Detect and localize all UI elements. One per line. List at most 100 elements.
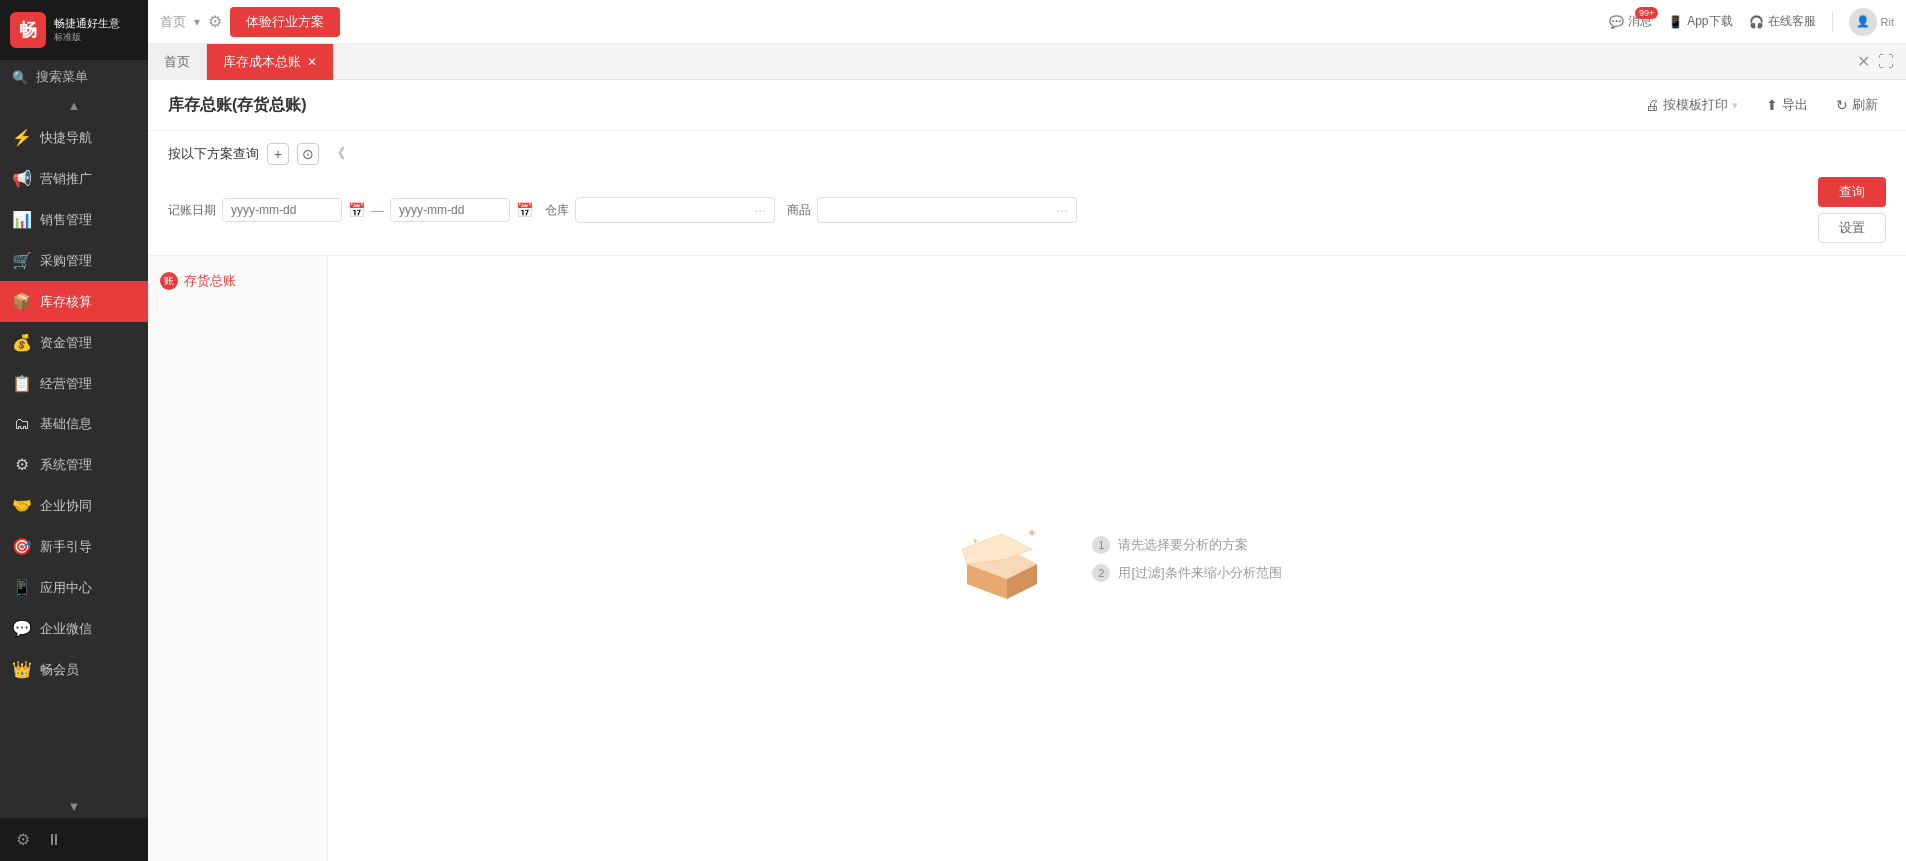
date-separator: —: [371, 203, 384, 218]
tab-inventory-cost-label: 库存成本总账: [223, 53, 301, 71]
scroll-up-btn[interactable]: ▲: [0, 94, 148, 117]
breadcrumb-home[interactable]: 首页: [160, 13, 186, 31]
sidebar-item-purchase[interactable]: 🛒 采购管理: [0, 240, 148, 281]
close-panel-icon[interactable]: ✕: [1857, 52, 1870, 71]
app-download-label: App下载: [1687, 13, 1732, 30]
sidebar-item-marketing[interactable]: 📢 营销推广: [0, 158, 148, 199]
enterprise-icon: 🤝: [12, 496, 32, 515]
breadcrumb-dropdown-icon[interactable]: ▾: [194, 15, 200, 29]
sidebar-item-label: 畅会员: [40, 661, 79, 679]
sidebar-item-label: 销售管理: [40, 211, 92, 229]
filter-collapse-btn[interactable]: 《: [327, 143, 349, 165]
query-btn[interactable]: 查询: [1818, 177, 1886, 207]
breadcrumb: 首页: [160, 13, 186, 31]
avatar-placeholder: 👤: [1856, 15, 1870, 28]
industry-btn[interactable]: 体验行业方案: [230, 7, 340, 37]
tip-number-1: 1: [1092, 536, 1110, 554]
topbar-nav: 首页 ▾ ⚙ 体验行业方案: [160, 7, 1601, 37]
messages-btn[interactable]: 💬 消息 99+: [1609, 13, 1652, 30]
sidebar-item-wechat[interactable]: 💬 企业微信: [0, 608, 148, 649]
date-start-icon[interactable]: 📅: [348, 202, 365, 218]
print-template-label: 按模板打印: [1663, 96, 1728, 114]
sidebar-item-label: 采购管理: [40, 252, 92, 270]
sidebar-item-label: 资金管理: [40, 334, 92, 352]
sales-icon: 📊: [12, 210, 32, 229]
topbar-settings-icon[interactable]: ⚙: [208, 12, 222, 31]
filter-add-btn[interactable]: +: [267, 143, 289, 165]
sidebar-item-sales[interactable]: 📊 销售管理: [0, 199, 148, 240]
sidebar-item-app-center[interactable]: 📱 应用中心: [0, 567, 148, 608]
settings-footer-btn[interactable]: ⚙: [12, 826, 34, 853]
filter-header: 按以下方案查询 + ⊙ 《: [168, 143, 1886, 165]
date-end-icon[interactable]: 📅: [516, 202, 533, 218]
tabbar: 首页 库存成本总账 ✕ ✕ ⛶: [148, 44, 1906, 80]
print-icon: 🖨: [1645, 97, 1659, 113]
sidebar-item-guide[interactable]: 🎯 新手引导: [0, 526, 148, 567]
settings-btn[interactable]: 设置: [1818, 213, 1886, 243]
sidebar-item-vip[interactable]: 👑 畅会员: [0, 649, 148, 690]
topbar-right: 💬 消息 99+ 📱 App下载 🎧 在线客服 👤 Rit: [1609, 8, 1894, 36]
export-btn[interactable]: ⬆ 导出: [1758, 92, 1816, 118]
tab-inventory-cost[interactable]: 库存成本总账 ✕: [207, 44, 334, 80]
svg-text:✦: ✦: [1027, 526, 1037, 540]
collapse-footer-btn[interactable]: ⏸: [42, 827, 66, 853]
filter-row: 记账日期 📅 — 📅 仓库 ··· 商品: [168, 177, 1886, 243]
page-title: 库存总账(存货总账): [168, 95, 307, 116]
sidebar-item-label: 库存核算: [40, 293, 92, 311]
sidebar-item-enterprise[interactable]: 🤝 企业协同: [0, 485, 148, 526]
tab-home[interactable]: 首页: [148, 44, 207, 80]
sidebar: 畅 畅捷通好生意 标准版 🔍 搜索菜单 ▲ ⚡ 快捷导航 📢 营销推广 📊 销售…: [0, 0, 148, 861]
tab-close-icon[interactable]: ✕: [307, 55, 317, 69]
product-filter-group: 商品 ···: [787, 197, 1077, 223]
date-start-input[interactable]: [222, 198, 342, 222]
expand-panel-icon[interactable]: ⛶: [1878, 53, 1894, 71]
sidebar-item-finance[interactable]: 💰 资金管理: [0, 322, 148, 363]
sidebar-item-operation[interactable]: 📋 经营管理: [0, 363, 148, 404]
search-menu-item[interactable]: 🔍 搜索菜单: [0, 60, 148, 94]
guide-icon: 🎯: [12, 537, 32, 556]
system-icon: ⚙: [12, 455, 32, 474]
inventory-icon: 📦: [12, 292, 32, 311]
scroll-down-btn[interactable]: ▼: [0, 795, 148, 818]
tab-right-controls: ✕ ⛶: [1845, 52, 1906, 71]
wechat-icon: 💬: [12, 619, 32, 638]
sidebar-item-label: 基础信息: [40, 415, 92, 433]
sidebar-item-label: 系统管理: [40, 456, 92, 474]
product-select[interactable]: ···: [817, 197, 1077, 223]
scheme-item-inventory[interactable]: 账 存货总账: [148, 264, 327, 298]
sidebar-item-label: 营销推广: [40, 170, 92, 188]
sidebar-item-basic[interactable]: 🗂 基础信息: [0, 404, 148, 444]
refresh-btn[interactable]: ↻ 刷新: [1828, 92, 1886, 118]
basic-icon: 🗂: [12, 415, 32, 433]
box-svg: ✦ ✦: [952, 509, 1052, 609]
page-content: 库存总账(存货总账) 🖨 按模板打印 ▾ ⬆ 导出 ↻ 刷新: [148, 80, 1906, 861]
tip-item-2: 2 用[过滤]条件来缩小分析范围: [1092, 564, 1281, 582]
app-version: 标准版: [54, 31, 120, 44]
online-service-btn[interactable]: 🎧 在线客服: [1749, 13, 1816, 30]
refresh-label: 刷新: [1852, 96, 1878, 114]
user-area[interactable]: 👤 Rit: [1849, 8, 1894, 36]
filter-title: 按以下方案查询: [168, 145, 259, 163]
svg-text:✦: ✦: [972, 537, 979, 546]
avatar: 👤: [1849, 8, 1877, 36]
app-download-btn[interactable]: 📱 App下载: [1668, 13, 1732, 30]
date-filter-group: 记账日期 📅 — 📅: [168, 198, 533, 222]
topbar-divider: [1832, 12, 1833, 32]
vip-icon: 👑: [12, 660, 32, 679]
scheme-item-label: 存货总账: [184, 272, 236, 290]
main-area: 首页 ▾ ⚙ 体验行业方案 💬 消息 99+ 📱 App下载 🎧 在线客服: [148, 0, 1906, 861]
sidebar-item-system[interactable]: ⚙ 系统管理: [0, 444, 148, 485]
data-area: ✦ ✦ 1 请先选择要分析的方案 2 用[过滤]条件来缩小分析范围: [328, 256, 1906, 861]
date-end-input[interactable]: [390, 198, 510, 222]
tip-number-2: 2: [1092, 564, 1110, 582]
filter-settings-btn[interactable]: ⊙: [297, 143, 319, 165]
logo-icon: 畅: [10, 12, 46, 48]
warehouse-select[interactable]: ···: [575, 197, 775, 223]
tip-text-1: 请先选择要分析的方案: [1118, 536, 1248, 554]
operation-icon: 📋: [12, 374, 32, 393]
marketing-icon: 📢: [12, 169, 32, 188]
sidebar-item-quick-nav[interactable]: ⚡ 快捷导航: [0, 117, 148, 158]
print-template-btn[interactable]: 🖨 按模板打印 ▾: [1637, 92, 1746, 118]
tab-home-label: 首页: [164, 53, 190, 71]
sidebar-item-inventory[interactable]: 📦 库存核算: [0, 281, 148, 322]
